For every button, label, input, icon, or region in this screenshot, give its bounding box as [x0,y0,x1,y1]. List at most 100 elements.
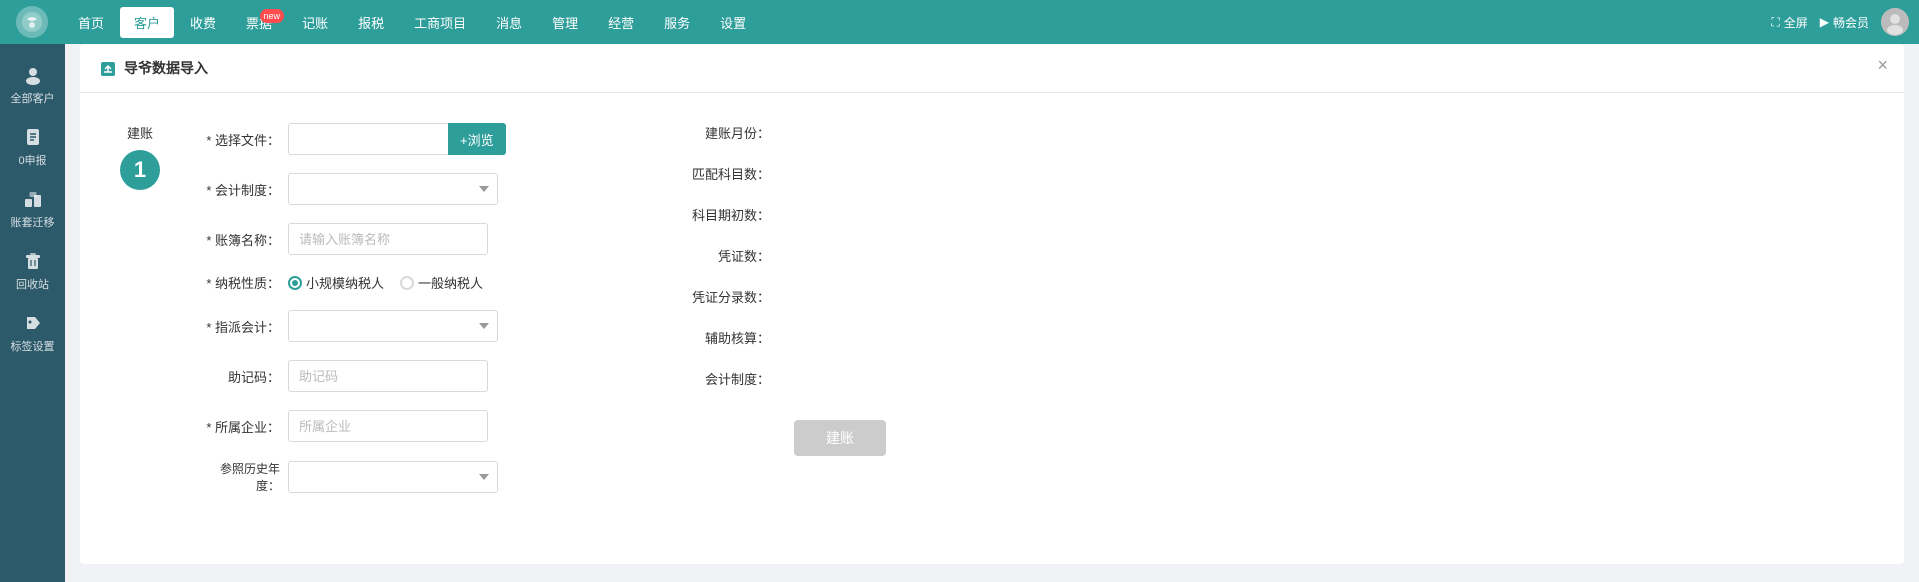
logo [10,0,54,44]
vip-label: 畅会员 [1833,14,1869,31]
close-button[interactable]: × [1877,56,1888,74]
tax-type-group: 小规模纳税人 一般纳税人 [288,273,483,292]
tax-type-row: * 纳税性质： 小规模纳税人 一般纳税人 [200,273,620,292]
sidebar-item-tags[interactable]: 标签设置 [0,302,65,364]
nav-menu: 首页 客户 收费 票据 new 记账 报税 工商项目 消息 管理 经营 服务 设… [64,7,1771,38]
ledger-name-label: * 账簿名称： [200,230,280,249]
fullscreen-label: 全屏 [1784,14,1808,31]
panel-body: 建账 1 * 选择文件： +浏览 * 会计制度： [80,93,1904,542]
info-area: 建账月份： 匹配科目数： 科目期初数： 凭证数： 凭证分录数： [620,123,1000,512]
vip-icon: ▶ [1820,15,1829,29]
small-taxpayer-option[interactable]: 小规模纳税人 [288,273,384,292]
memo-row: 助记码： [200,360,620,392]
sidebar-item-report[interactable]: 0申报 [0,116,65,178]
import-panel: 导爷数据导入 × 建账 1 * 选择文件： +浏览 [80,44,1904,564]
small-taxpayer-label: 小规模纳税人 [306,273,384,292]
fullscreen-btn[interactable]: ⛶ 全屏 [1771,14,1807,31]
migrate-icon [22,188,44,210]
build-month-label: 建账月份： [680,123,770,142]
voucher-count-label: 凭证数： [680,246,770,265]
step-circle: 1 [120,150,160,190]
info-build-month: 建账月份： [680,123,1000,142]
sidebar-item-migrate[interactable]: 账套迁移 [0,178,65,240]
top-navigation: 首页 客户 收费 票据 new 记账 报税 工商项目 消息 管理 经营 服务 设… [0,0,1919,44]
file-input-group: +浏览 [288,123,506,155]
tax-type-label: * 纳税性质： [200,273,280,292]
recycle-icon [22,250,44,272]
logo-circle [16,6,48,38]
build-account-button[interactable]: 建账 [794,420,886,456]
sidebar-item-all-clients[interactable]: 全部客户 [0,54,65,116]
step-label: 建账 [127,123,153,142]
company-row: * 所属企业： [200,410,620,442]
memo-label: 助记码： [200,367,280,386]
panel-title: 导爷数据导入 [124,58,208,78]
new-badge: new [260,9,285,24]
general-taxpayer-option[interactable]: 一般纳税人 [400,273,483,292]
ledger-name-row: * 账簿名称： [200,223,620,255]
memo-input[interactable] [288,360,488,392]
general-taxpayer-label: 一般纳税人 [418,273,483,292]
file-path-input[interactable] [288,123,448,155]
panel-header: 导爷数据导入 [80,44,1904,93]
nav-settings[interactable]: 设置 [706,7,760,38]
sidebar-label-all-clients: 全部客户 [11,90,55,106]
nav-message[interactable]: 消息 [482,7,536,38]
subject-initial-label: 科目期初数： [680,205,770,224]
nav-manage[interactable]: 管理 [538,7,592,38]
avatar[interactable] [1881,8,1909,36]
year-select[interactable] [288,461,498,493]
nav-right-area: ⛶ 全屏 ▶ 畅会员 [1771,8,1909,36]
company-input[interactable] [288,410,488,442]
nav-fee[interactable]: 收费 [176,7,230,38]
main-content: 导爷数据导入 × 建账 1 * 选择文件： +浏览 [65,44,1919,582]
accounting-system-row: * 会计制度： [200,173,620,205]
accountant-row: * 指派会计： [200,310,620,342]
browse-button[interactable]: +浏览 [448,123,506,155]
step-section: 建账 1 [120,123,160,512]
sidebar-label-recycle: 回收站 [16,276,49,292]
file-row: * 选择文件： +浏览 [200,123,620,155]
small-taxpayer-radio[interactable] [288,276,302,290]
sidebar-label-tags: 标签设置 [11,338,55,354]
info-voucher-count: 凭证数： [680,246,1000,265]
file-label: * 选择文件： [200,130,280,149]
match-subjects-label: 匹配科目数： [680,164,770,183]
auxiliary-label: 辅助核算： [680,328,770,347]
sidebar-label-report: 0申报 [18,152,46,168]
ledger-name-input[interactable] [288,223,488,255]
nav-home[interactable]: 首页 [64,7,118,38]
fullscreen-icon: ⛶ [1771,15,1779,30]
year-row: 参照历史年度： [200,460,620,494]
tags-icon [22,312,44,334]
info-subject-initial: 科目期初数： [680,205,1000,224]
info-voucher-entries: 凭证分录数： [680,287,1000,306]
nav-tax[interactable]: 报税 [344,7,398,38]
sidebar: 全部客户 0申报 账套迁移 [0,44,65,582]
nav-invoice[interactable]: 票据 new [232,7,286,38]
general-taxpayer-radio[interactable] [400,276,414,290]
info-match-subjects: 匹配科目数： [680,164,1000,183]
form-area: * 选择文件： +浏览 * 会计制度： * 账簿名称： [200,123,620,512]
nav-operation[interactable]: 经营 [594,7,648,38]
report-icon [22,126,44,148]
accounting-system-info-label: 会计制度： [680,369,770,388]
accounting-system-label: * 会计制度： [200,180,280,199]
nav-business[interactable]: 工商项目 [400,7,480,38]
accountant-label: * 指派会计： [200,317,280,336]
nav-service[interactable]: 服务 [650,7,704,38]
import-icon [100,59,116,76]
voucher-entries-label: 凭证分录数： [680,287,770,306]
sidebar-item-recycle[interactable]: 回收站 [0,240,65,302]
year-label: 参照历史年度： [200,460,280,494]
accountant-select[interactable] [288,310,498,342]
build-btn-row: 建账 [680,410,1000,456]
accounting-system-select[interactable] [288,173,498,205]
sidebar-label-migrate: 账套迁移 [11,214,55,230]
info-auxiliary: 辅助核算： [680,328,1000,347]
info-accounting-system: 会计制度： [680,369,1000,388]
nav-bookkeeping[interactable]: 记账 [288,7,342,38]
all-clients-icon [22,64,44,86]
nav-clients[interactable]: 客户 [120,7,174,38]
vip-btn[interactable]: ▶ 畅会员 [1820,14,1869,31]
